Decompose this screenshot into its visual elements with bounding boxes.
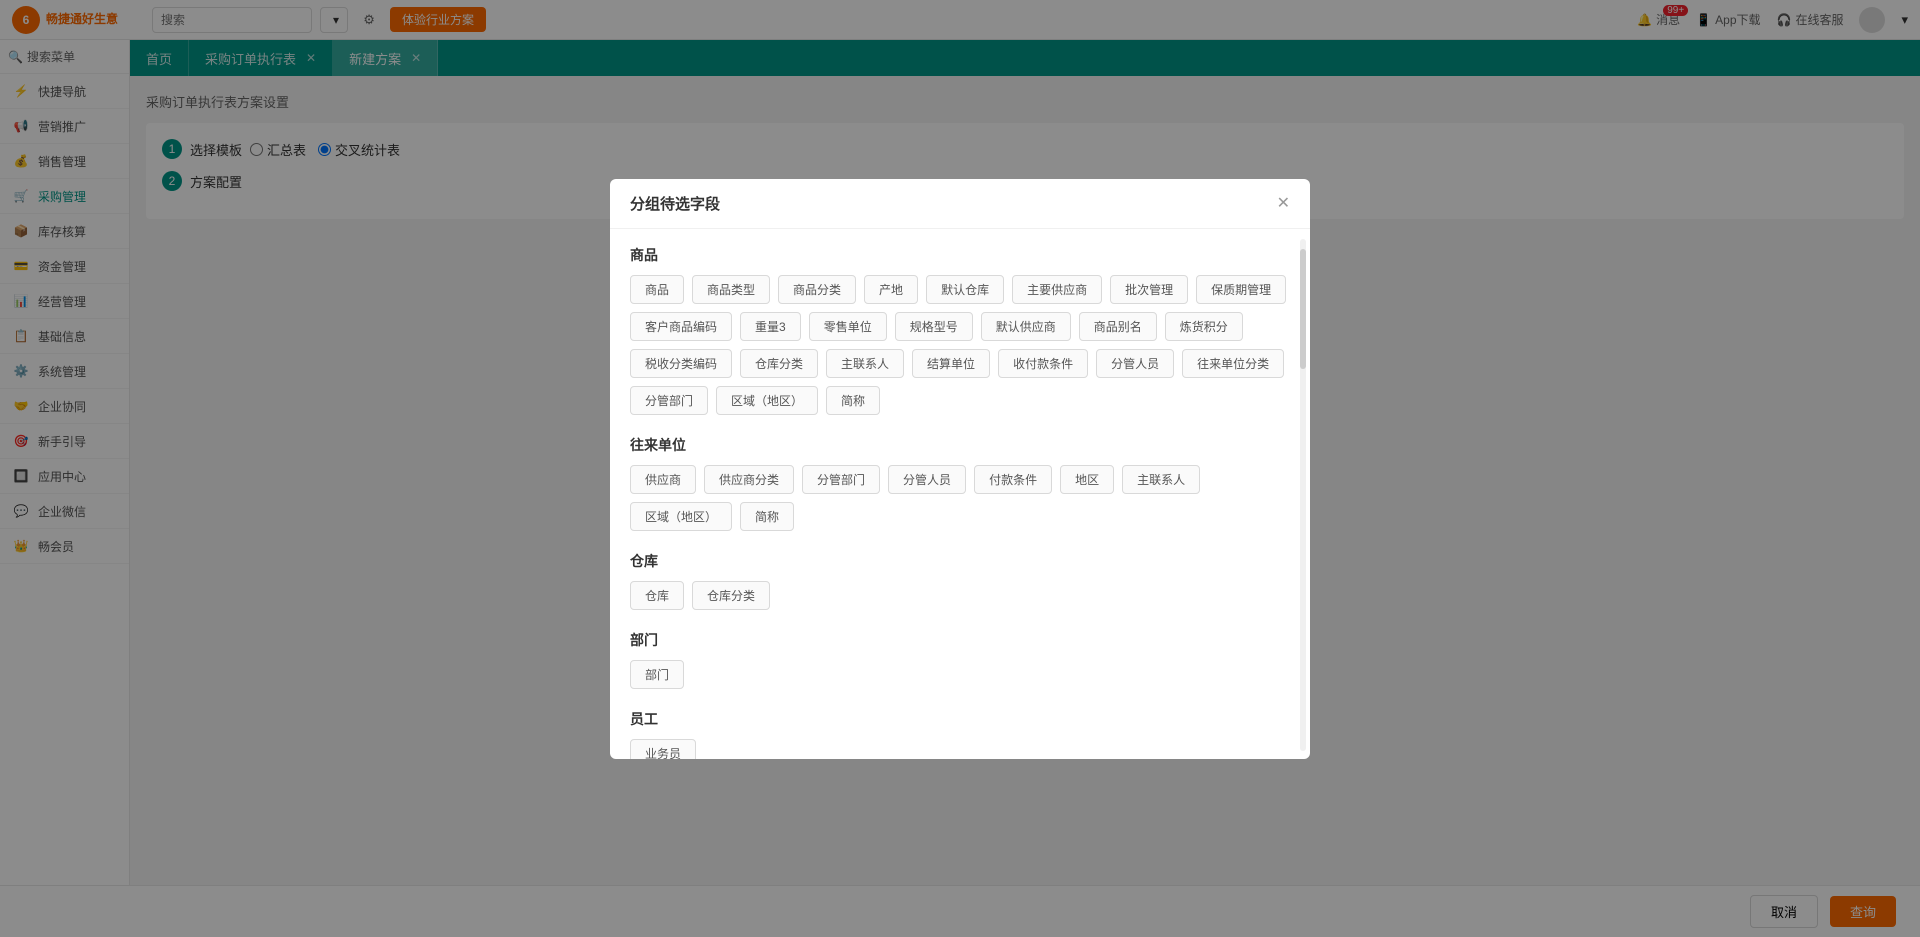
- modal-title: 分组待选字段: [630, 193, 720, 214]
- field-tag[interactable]: 批次管理: [1110, 275, 1188, 304]
- field-tag[interactable]: 商品分类: [778, 275, 856, 304]
- field-tags-counterpart: 供应商 供应商分类 分管部门 分管人员 付款条件 地区 主联系人 区域（地区） …: [630, 465, 1290, 531]
- field-tag[interactable]: 规格型号: [895, 312, 973, 341]
- section-goods: 商品 商品 商品类型 商品分类 产地 默认仓库 主要供应商 批次管理 保质期管理…: [630, 245, 1290, 415]
- field-tag[interactable]: 供应商分类: [704, 465, 794, 494]
- section-title-employee: 员工: [630, 709, 1290, 729]
- section-title-counterpart: 往来单位: [630, 435, 1290, 455]
- modal-close-button[interactable]: ✕: [1277, 193, 1290, 213]
- field-tag[interactable]: 产地: [864, 275, 918, 304]
- field-tag[interactable]: 保质期管理: [1196, 275, 1286, 304]
- field-tag[interactable]: 区域（地区）: [716, 386, 818, 415]
- field-tags-warehouse: 仓库 仓库分类: [630, 581, 1290, 610]
- section-employee: 员工 业务员: [630, 709, 1290, 759]
- field-tag[interactable]: 简称: [826, 386, 880, 415]
- field-tag[interactable]: 默认供应商: [981, 312, 1071, 341]
- field-tag[interactable]: 商品: [630, 275, 684, 304]
- field-tag[interactable]: 重量3: [740, 312, 801, 341]
- section-title-goods: 商品: [630, 245, 1290, 265]
- field-tag[interactable]: 仓库分类: [740, 349, 818, 378]
- field-tags-department: 部门: [630, 660, 1290, 689]
- vertical-scrollbar[interactable]: [1300, 239, 1306, 751]
- field-tag[interactable]: 零售单位: [809, 312, 887, 341]
- field-tag[interactable]: 付款条件: [974, 465, 1052, 494]
- modal-overlay: 分组待选字段 ✕ 商品 商品 商品类型 商品分类 产地 默认仓库 主要供应商 批…: [0, 0, 1920, 937]
- field-tag[interactable]: 结算单位: [912, 349, 990, 378]
- field-tag[interactable]: 地区: [1060, 465, 1114, 494]
- section-department: 部门 部门: [630, 630, 1290, 689]
- section-warehouse: 仓库 仓库 仓库分类: [630, 551, 1290, 610]
- field-tag[interactable]: 主要供应商: [1012, 275, 1102, 304]
- section-title-warehouse: 仓库: [630, 551, 1290, 571]
- field-tag[interactable]: 主联系人: [1122, 465, 1200, 494]
- modal-body: 商品 商品 商品类型 商品分类 产地 默认仓库 主要供应商 批次管理 保质期管理…: [610, 229, 1310, 759]
- field-tag[interactable]: 简称: [740, 502, 794, 531]
- field-tag[interactable]: 商品别名: [1079, 312, 1157, 341]
- field-tag[interactable]: 业务员: [630, 739, 696, 759]
- field-tag[interactable]: 分管人员: [1096, 349, 1174, 378]
- field-tag[interactable]: 仓库: [630, 581, 684, 610]
- field-tags-goods: 商品 商品类型 商品分类 产地 默认仓库 主要供应商 批次管理 保质期管理 客户…: [630, 275, 1290, 415]
- field-tag[interactable]: 分管部门: [630, 386, 708, 415]
- section-title-department: 部门: [630, 630, 1290, 650]
- field-tag[interactable]: 部门: [630, 660, 684, 689]
- field-select-modal: 分组待选字段 ✕ 商品 商品 商品类型 商品分类 产地 默认仓库 主要供应商 批…: [610, 179, 1310, 759]
- field-tag[interactable]: 税收分类编码: [630, 349, 732, 378]
- field-tag[interactable]: 供应商: [630, 465, 696, 494]
- field-tag[interactable]: 商品类型: [692, 275, 770, 304]
- scrollbar-thumb: [1300, 249, 1306, 369]
- field-tag[interactable]: 客户商品编码: [630, 312, 732, 341]
- field-tag[interactable]: 仓库分类: [692, 581, 770, 610]
- field-tag[interactable]: 主联系人: [826, 349, 904, 378]
- field-tag[interactable]: 分管人员: [888, 465, 966, 494]
- field-tags-employee: 业务员: [630, 739, 1290, 759]
- field-tag[interactable]: 收付款条件: [998, 349, 1088, 378]
- field-tag[interactable]: 分管部门: [802, 465, 880, 494]
- field-tag[interactable]: 往来单位分类: [1182, 349, 1284, 378]
- field-tag[interactable]: 默认仓库: [926, 275, 1004, 304]
- section-counterpart: 往来单位 供应商 供应商分类 分管部门 分管人员 付款条件 地区 主联系人 区域…: [630, 435, 1290, 531]
- field-tag[interactable]: 区域（地区）: [630, 502, 732, 531]
- field-tag[interactable]: 炼货积分: [1165, 312, 1243, 341]
- modal-header: 分组待选字段 ✕: [610, 179, 1310, 229]
